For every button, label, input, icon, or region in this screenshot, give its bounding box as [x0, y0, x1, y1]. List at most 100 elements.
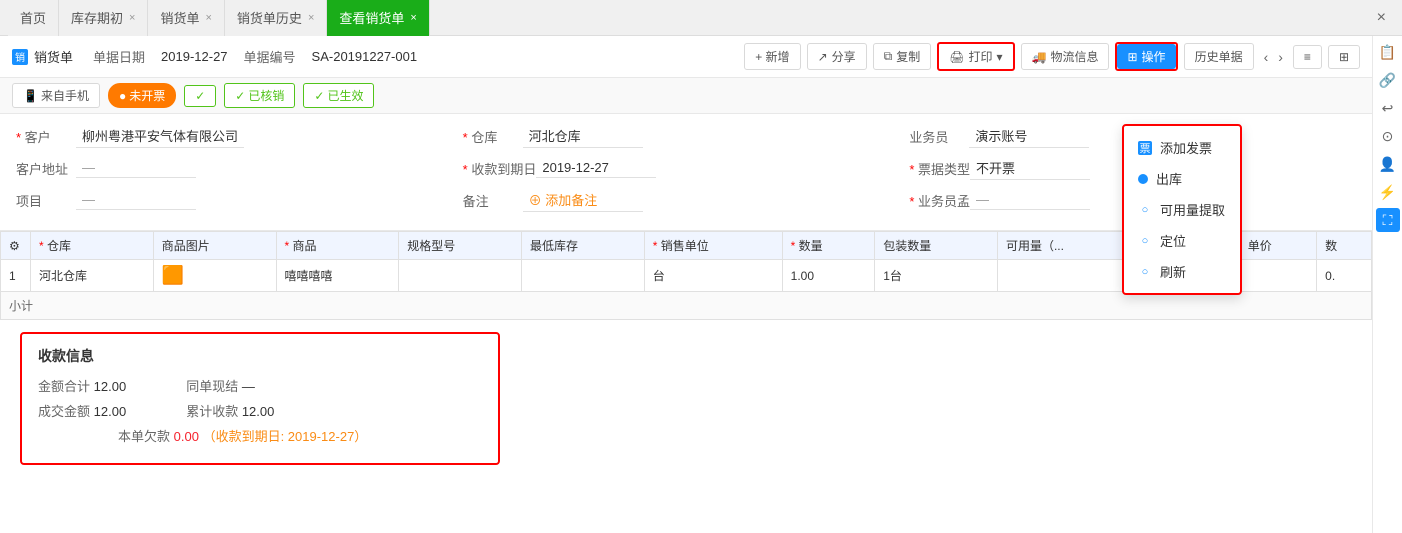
cell-product[interactable]: 嘻嘻嘻嘻 — [276, 260, 399, 292]
cell-image: 🟧 — [153, 260, 276, 292]
secondary-toolbar: 📱 来自手机 ● 未开票 ✓ ✓ 已核销 ✓ 已生效 — [0, 78, 1372, 114]
cell-unit[interactable]: 台 — [644, 260, 782, 292]
copy-icon: ⧉ — [884, 49, 893, 64]
transaction-section: 成交金额 12.00 — [38, 401, 126, 420]
sidebar-view-icon[interactable]: ⊙ — [1376, 124, 1400, 148]
right-sidebar: 📋 🔗 ↩ ⊙ 👤 ⚡ ⛶ — [1372, 36, 1402, 533]
dropdown-locate[interactable]: ○ 定位 — [1124, 225, 1240, 256]
tab-close-inventory[interactable]: × — [129, 12, 135, 24]
cell-available[interactable] — [997, 260, 1139, 292]
staff2-value[interactable]: — — [970, 190, 1090, 210]
address-value[interactable]: — — [76, 158, 196, 178]
already-effective-button[interactable]: ✓ 已生效 — [303, 83, 374, 108]
address-label: 客户地址 — [16, 159, 76, 178]
customer-field: 客户 柳州粤港平安气体有限公司 — [16, 124, 463, 148]
not-open-button[interactable]: ● 未开票 — [108, 83, 176, 108]
tab-close-history[interactable]: × — [308, 12, 314, 24]
logistics-button[interactable]: 🚚 物流信息 — [1021, 43, 1110, 70]
tab-home[interactable]: 首页 — [8, 0, 59, 36]
tab-inventory-init[interactable]: 库存期初 × — [59, 0, 148, 36]
extract-icon: ○ — [1138, 203, 1152, 217]
tab-sales-order[interactable]: 销货单 × — [148, 0, 224, 36]
number-value: SA-20191227-001 — [312, 49, 418, 64]
subtotal-row: 小计 — [1, 292, 1372, 320]
share-button[interactable]: ↗ 分享 — [807, 43, 867, 70]
col-settings[interactable]: ⚙ — [1, 232, 31, 260]
project-value[interactable]: — — [76, 190, 196, 210]
staff2-label: 业务员孟 — [909, 191, 970, 210]
col-spec: 规格型号 — [399, 232, 522, 260]
customer-label: 客户 — [16, 127, 76, 146]
copy-button[interactable]: ⧉ 复制 — [873, 43, 932, 70]
customer-value[interactable]: 柳州粤港平安气体有限公司 — [76, 124, 244, 148]
cell-price[interactable] — [1239, 260, 1316, 292]
product-image: 🟧 — [162, 265, 184, 285]
warehouse-label: 仓库 — [463, 127, 523, 146]
sidebar-user-icon[interactable]: 👤 — [1376, 152, 1400, 176]
doc-type-icon: 销 — [12, 49, 28, 65]
sidebar-action-icon[interactable]: ⚡ — [1376, 180, 1400, 204]
cell-amount[interactable]: 0. — [1317, 260, 1372, 292]
warehouse-value[interactable]: 河北仓库 — [523, 124, 643, 148]
cell-qty[interactable]: 1.00 — [782, 260, 875, 292]
tab-close-sales[interactable]: × — [205, 12, 211, 24]
dropdown-available-extract[interactable]: ○ 可用量提取 — [1124, 194, 1240, 225]
cell-no: 1 — [1, 260, 31, 292]
already-sold-button[interactable]: ✓ 已核销 — [224, 83, 295, 108]
from-mobile-button[interactable]: 📱 来自手机 — [12, 83, 100, 108]
cell-pkg-qty[interactable]: 1台 — [875, 260, 998, 292]
check2-icon: ✓ — [235, 89, 245, 103]
tab-close-view[interactable]: × — [410, 12, 416, 24]
invoice-icon: 票 — [1138, 141, 1152, 155]
payment-row-3: 本单欠款 0.00 （收款到期日: 2019-12-27） — [38, 426, 482, 445]
tab-bar: 首页 库存期初 × 销货单 × 销货单历史 × 查看销货单 × × — [0, 0, 1402, 36]
doc-actions: + 新增 ↗ 分享 ⧉ 复制 🖨 打印 ▾ 🚚 — [744, 42, 1360, 71]
staff-label: 业务员 — [909, 127, 969, 146]
ticket-icon: ● — [119, 89, 126, 103]
sidebar-return-icon[interactable]: ↩ — [1376, 96, 1400, 120]
operations-highlight-box: ⊞ 操作 — [1115, 42, 1177, 71]
ticket-label: 票据类型 — [909, 159, 970, 178]
tab-sales-history[interactable]: 销货单历史 × — [225, 0, 327, 36]
mobile-icon: 📱 — [23, 89, 38, 103]
col-product: 商品 — [276, 232, 399, 260]
sidebar-expand-icon[interactable]: ⛶ — [1376, 208, 1400, 232]
due-date-value[interactable]: 2019-12-27 — [536, 158, 656, 178]
check3-icon: ✓ — [314, 89, 324, 103]
locate-icon: ○ — [1138, 234, 1152, 248]
ticket-value[interactable]: 不开票 — [970, 156, 1090, 180]
print-highlight-box: 🖨 打印 ▾ — [937, 42, 1014, 71]
warehouse-field: 仓库 河北仓库 — [463, 124, 910, 148]
window-close-button[interactable]: × — [1369, 9, 1394, 27]
cell-spec[interactable] — [399, 260, 522, 292]
dropdown-refresh[interactable]: ○ 刷新 — [1124, 256, 1240, 287]
payment-section: 收款信息 金额合计 12.00 同单现结 — 成交金额 12.00 — [0, 320, 1372, 477]
new-button[interactable]: + 新增 — [744, 43, 800, 70]
ops-icon: ⊞ — [1127, 50, 1137, 64]
doc-title-area: 销 销货单 — [12, 47, 73, 66]
cell-warehouse[interactable]: 河北仓库 — [31, 260, 154, 292]
confirmed-button[interactable]: ✓ — [184, 85, 216, 107]
sidebar-edit-icon[interactable]: 📋 — [1376, 40, 1400, 64]
dropdown-add-invoice[interactable]: 票 添加发票 — [1124, 132, 1240, 163]
history-records-button[interactable]: 历史单据 — [1184, 43, 1254, 70]
same-order-section: 同单现结 — — [186, 376, 255, 395]
cell-min-stock[interactable] — [522, 260, 645, 292]
amount-total-section: 金额合计 12.00 — [38, 376, 126, 395]
tab-view-sales[interactable]: 查看销货单 × — [327, 0, 429, 36]
operations-button[interactable]: ⊞ 操作 — [1117, 44, 1175, 69]
col-unit: 销售单位 — [644, 232, 782, 260]
payment-title: 收款信息 — [38, 346, 482, 366]
add-note-button[interactable]: ⊕ 添加备注 — [523, 188, 643, 212]
nav-prev-button[interactable]: ‹ — [1260, 47, 1273, 67]
print-button[interactable]: 🖨 打印 ▾ — [939, 44, 1012, 69]
nav-next-button[interactable]: › — [1274, 47, 1287, 67]
refresh-icon: ○ — [1138, 265, 1152, 279]
sidebar-link-icon[interactable]: 🔗 — [1376, 68, 1400, 92]
outbound-icon — [1138, 174, 1148, 184]
view-list-button[interactable]: ≡ — [1293, 45, 1322, 69]
staff-value[interactable]: 演示账号 — [969, 124, 1089, 148]
dropdown-outbound[interactable]: 出库 — [1124, 163, 1240, 194]
view-grid-button[interactable]: ⊞ — [1328, 45, 1360, 69]
due-section: 本单欠款 0.00 （收款到期日: 2019-12-27） — [118, 426, 367, 445]
